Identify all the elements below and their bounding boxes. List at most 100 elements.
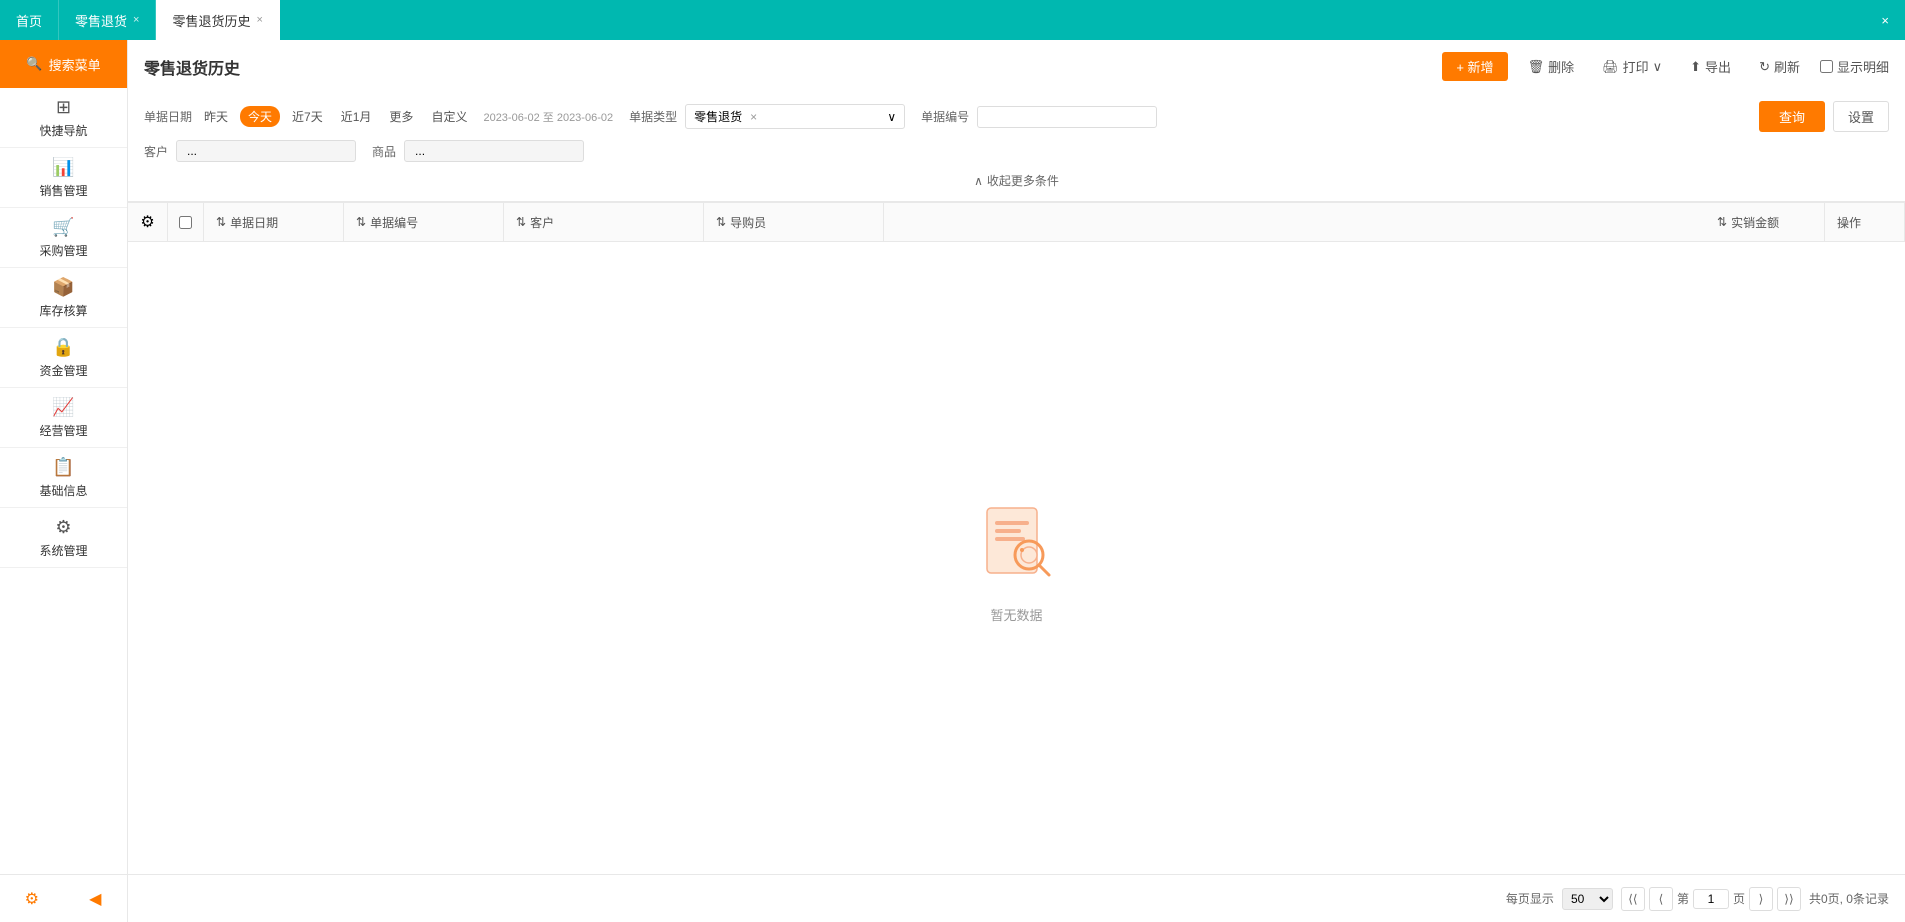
display-detail-label: 显示明细 [1837, 57, 1889, 76]
date-chips: 昨天 今天 近7天 近1月 更多 自定义 [198, 106, 473, 127]
first-page-button[interactable]: ⟨⟨ [1621, 887, 1645, 911]
th-guide[interactable]: ⇅ 导购员 [704, 203, 884, 241]
date-chip-1month[interactable]: 近1月 [335, 106, 378, 127]
purchase-icon: 🛒 [52, 217, 74, 238]
sidebar-item-finance[interactable]: 🔒 资金管理 [0, 328, 127, 388]
print-button[interactable]: 🖨 打印 ∨ [1594, 53, 1670, 80]
display-detail-checkbox[interactable] [1820, 60, 1833, 73]
print-icon: 🖨 [1602, 59, 1619, 75]
date-chip-more[interactable]: 更多 [383, 106, 419, 127]
type-filter-value: 零售退货 × [694, 108, 757, 125]
sidebar-item-operations-label: 经营管理 [39, 422, 87, 439]
type-filter-label: 单据类型 [629, 108, 677, 125]
tab-return[interactable]: 零售退货 × [59, 0, 156, 40]
prev-page-button[interactable]: ⟨ [1649, 887, 1673, 911]
th-sort-guide-icon: ⇅ [716, 215, 726, 229]
number-filter-input[interactable] [977, 106, 1157, 128]
total-info: 共0页, 0条记录 [1809, 890, 1889, 907]
collapse-button[interactable]: ∧ 收起更多条件 [964, 170, 1069, 191]
filter-row-2: 客户 ... 商品 ... [144, 140, 1889, 162]
per-page-select[interactable]: 50 100 200 [1562, 888, 1613, 910]
select-all-checkbox[interactable] [179, 216, 192, 229]
export-button[interactable]: ⬆ 导出 [1682, 53, 1739, 80]
th-checkbox[interactable] [168, 203, 204, 241]
sidebar-item-system[interactable]: ⚙ 系统管理 [0, 508, 127, 568]
top-bar: 首页 零售退货 × 零售退货历史 × × [0, 0, 1905, 40]
table-container: ⚙ ⇅ 单据日期 ⇅ 单据编号 ⇅ 客户 ⇅ [128, 202, 1905, 922]
query-button-label: 查询 [1779, 110, 1805, 125]
toolbar: + 新增 🗑 删除 🖨 打印 ∨ ⬆ 导出 [1442, 52, 1889, 81]
new-button-label: + 新增 [1456, 57, 1493, 76]
sidebar-item-base-label: 基础信息 [39, 482, 87, 499]
sidebar-item-base[interactable]: 📋 基础信息 [0, 448, 127, 508]
settings-filter-button[interactable]: 设置 [1833, 101, 1889, 132]
print-button-label: 打印 [1623, 57, 1649, 76]
date-chip-today[interactable]: 今天 [240, 106, 280, 127]
new-button[interactable]: + 新增 [1442, 52, 1507, 81]
tab-return-history[interactable]: 零售退货历史 × [156, 0, 279, 40]
delete-button-label: 删除 [1548, 57, 1574, 76]
th-amount[interactable]: ⇅ 实销金额 [1705, 203, 1825, 241]
sidebar-item-operations[interactable]: 📈 经营管理 [0, 388, 127, 448]
collapse-button-label: 收起更多条件 [987, 172, 1059, 189]
goods-filter-input[interactable]: ... [404, 140, 584, 162]
th-date-label: 单据日期 [230, 214, 278, 231]
customer-filter-input[interactable]: ... [176, 140, 356, 162]
delete-icon: 🗑 [1528, 59, 1545, 75]
date-chip-7days[interactable]: 近7天 [286, 106, 329, 127]
tab-return-history-close[interactable]: × [256, 14, 262, 26]
export-icon: ⬆ [1690, 59, 1701, 75]
refresh-button[interactable]: ↻ 刷新 [1751, 53, 1808, 80]
filter-row-1: 单据日期 昨天 今天 近7天 近1月 更多 自定义 2023-06-02 至 2… [144, 101, 1889, 132]
top-bar-close[interactable]: × [1881, 13, 1905, 28]
finance-icon: 🔒 [52, 337, 74, 358]
next-page-button[interactable]: ⟩ [1749, 887, 1773, 911]
system-icon: ⚙ [55, 517, 71, 538]
base-icon: 📋 [52, 457, 74, 478]
sidebar-collapse-btn[interactable]: ◀ [64, 875, 128, 922]
sidebar-item-sales[interactable]: 📊 销售管理 [0, 148, 127, 208]
sidebar-item-inventory[interactable]: 📦 库存核算 [0, 268, 127, 328]
delete-button[interactable]: 🗑 删除 [1520, 53, 1583, 80]
th-action: 操作 [1825, 203, 1905, 241]
sidebar: 🔍 搜索菜单 ⊞ 快捷导航 📊 销售管理 🛒 采购管理 📦 库存核算 🔒 资金管… [0, 40, 128, 922]
type-dropdown-chevron: ∨ [887, 110, 896, 124]
th-settings[interactable]: ⚙ [128, 203, 168, 241]
sidebar-search[interactable]: 🔍 搜索菜单 [0, 40, 127, 88]
type-filter-text: 零售退货 [694, 108, 742, 125]
page-title-row: 零售退货历史 + 新增 🗑 删除 🖨 打印 ∨ ⬆ [144, 52, 1889, 81]
goods-filter-label: 商品 [372, 143, 396, 160]
sidebar-item-purchase[interactable]: 🛒 采购管理 [0, 208, 127, 268]
last-page-button[interactable]: ⟩⟩ [1777, 887, 1801, 911]
export-button-label: 导出 [1705, 57, 1731, 76]
th-number[interactable]: ⇅ 单据编号 [344, 203, 504, 241]
operations-icon: 📈 [52, 397, 74, 418]
sidebar-settings-btn[interactable]: ⚙ [0, 875, 64, 922]
page-input[interactable] [1693, 889, 1729, 909]
per-page-label: 每页显示 [1506, 890, 1554, 907]
customer-placeholder: ... [187, 144, 197, 158]
sidebar-item-inventory-label: 库存核算 [39, 302, 87, 319]
th-amount-label: 实销金额 [1731, 214, 1779, 231]
tab-home[interactable]: 首页 [0, 0, 59, 40]
sidebar-item-quick-nav[interactable]: ⊞ 快捷导航 [0, 88, 127, 148]
query-button[interactable]: 查询 [1759, 101, 1825, 132]
tab-return-close[interactable]: × [133, 14, 139, 26]
tab-list: 首页 零售退货 × 零售退货历史 × [0, 0, 280, 40]
sidebar-item-sales-label: 销售管理 [39, 182, 87, 199]
th-customer[interactable]: ⇅ 客户 [504, 203, 704, 241]
date-filter-label: 单据日期 [144, 108, 192, 125]
tab-return-label: 零售退货 [75, 11, 127, 30]
page-title: 零售退货历史 [144, 55, 240, 79]
sales-icon: 📊 [52, 157, 74, 178]
type-filter-clear[interactable]: × [750, 110, 757, 124]
th-customer-label: 客户 [530, 214, 554, 231]
date-chip-custom[interactable]: 自定义 [425, 106, 473, 127]
date-filter: 单据日期 昨天 今天 近7天 近1月 更多 自定义 2023-06-02 至 2… [144, 106, 613, 127]
th-date[interactable]: ⇅ 单据日期 [204, 203, 344, 241]
inventory-icon: 📦 [52, 277, 74, 298]
settings-filter-label: 设置 [1848, 110, 1874, 125]
date-chip-yesterday[interactable]: 昨天 [198, 106, 234, 127]
page-unit: 页 [1733, 890, 1745, 907]
type-filter-dropdown[interactable]: 零售退货 × ∨ [685, 104, 905, 129]
